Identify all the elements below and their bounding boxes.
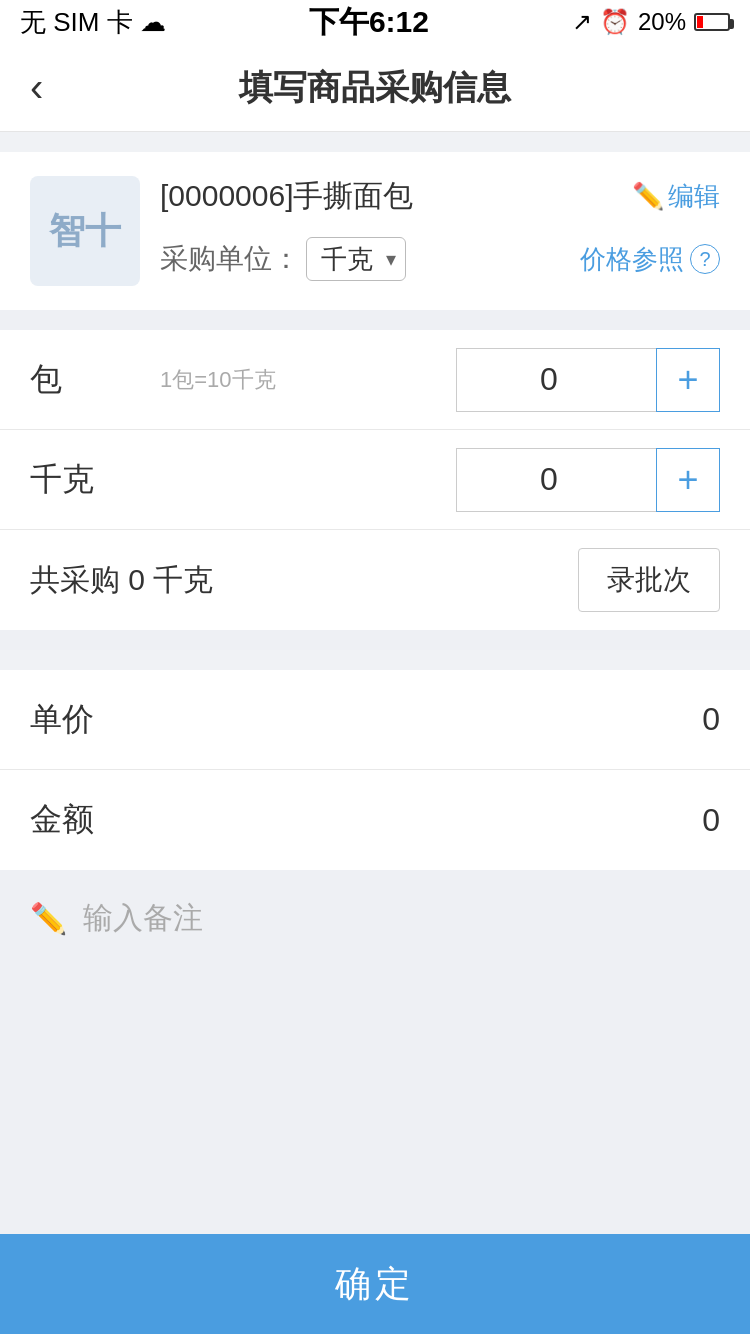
status-left: 无 SIM 卡 ☁ [20, 5, 166, 40]
batch-button[interactable]: 录批次 [578, 548, 720, 612]
edit-icon: ✏️ [632, 181, 664, 212]
price-ref-label: 价格参照 [580, 242, 684, 277]
product-card: 智十 [0000006]手撕面包 ✏️ 编辑 采购单位： 千克 ▾ 价格参照 [0, 152, 750, 310]
total-row: 共采购 0 千克 录批次 [0, 530, 750, 630]
unit-price-label: 单价 [30, 698, 94, 742]
nav-bar: ‹ 填写商品采购信息 [0, 44, 750, 132]
amount-row: 金额 0 [0, 770, 750, 870]
unit-price-row: 单价 0 [0, 670, 750, 770]
unit-label: 采购单位： [160, 240, 300, 278]
total-label: 共采购 0 千克 [30, 560, 213, 601]
product-thumbnail: 智十 [30, 176, 140, 286]
bag-quantity-input[interactable] [456, 348, 656, 412]
product-info: [0000006]手撕面包 ✏️ 编辑 采购单位： 千克 ▾ 价格参照 ? [160, 176, 720, 281]
unit-price-value: 0 [702, 701, 720, 738]
section-divider-2 [0, 630, 750, 650]
unit-select[interactable]: 千克 [306, 237, 406, 281]
kg-input-row: 千克 + [0, 430, 750, 530]
location-icon: ↗ [572, 8, 592, 36]
alarm-icon: ⏰ [600, 8, 630, 36]
product-logo: 智十 [49, 207, 121, 256]
product-name: [0000006]手撕面包 [160, 176, 413, 217]
price-ref-button[interactable]: 价格参照 ? [580, 242, 720, 277]
price-section: 单价 0 金额 0 [0, 670, 750, 870]
bag-sublabel: 1包=10千克 [160, 365, 276, 395]
pencil-icon: ✏️ [30, 901, 67, 936]
bag-input-wrap: + [456, 348, 720, 412]
battery-level: 20% [638, 8, 686, 36]
confirm-button[interactable]: 确定 [0, 1234, 750, 1334]
product-unit-row: 采购单位： 千克 ▾ 价格参照 ? [160, 237, 720, 281]
kg-label: 千克 [30, 458, 150, 502]
kg-quantity-input[interactable] [456, 448, 656, 512]
kg-input-wrap: + [456, 448, 720, 512]
notes-placeholder: 输入备注 [83, 898, 203, 939]
status-bar: 无 SIM 卡 ☁ 下午6:12 ↗ ⏰ 20% [0, 0, 750, 44]
bag-plus-button[interactable]: + [656, 348, 720, 412]
unit-select-wrap[interactable]: 千克 ▾ [306, 237, 406, 281]
help-icon: ? [690, 244, 720, 274]
sim-status: 无 SIM 卡 ☁ [20, 5, 166, 40]
notes-section[interactable]: ✏️ 输入备注 [0, 870, 750, 967]
status-time: 下午6:12 [309, 2, 429, 43]
status-right: ↗ ⏰ 20% [572, 8, 730, 36]
product-name-row: [0000006]手撕面包 ✏️ 编辑 [160, 176, 720, 217]
page-title: 填写商品采购信息 [239, 65, 511, 111]
kg-plus-button[interactable]: + [656, 448, 720, 512]
amount-value: 0 [702, 802, 720, 839]
section-divider-1 [0, 310, 750, 330]
input-section: 包 1包=10千克 + 千克 + 共采购 0 千克 录批次 [0, 330, 750, 630]
edit-label: 编辑 [668, 179, 720, 214]
bag-label: 包 [30, 358, 150, 402]
amount-label: 金额 [30, 798, 94, 842]
battery-icon [694, 13, 730, 31]
bag-input-row: 包 1包=10千克 + [0, 330, 750, 430]
back-button[interactable]: ‹ [30, 65, 43, 110]
edit-button[interactable]: ✏️ 编辑 [632, 179, 720, 214]
